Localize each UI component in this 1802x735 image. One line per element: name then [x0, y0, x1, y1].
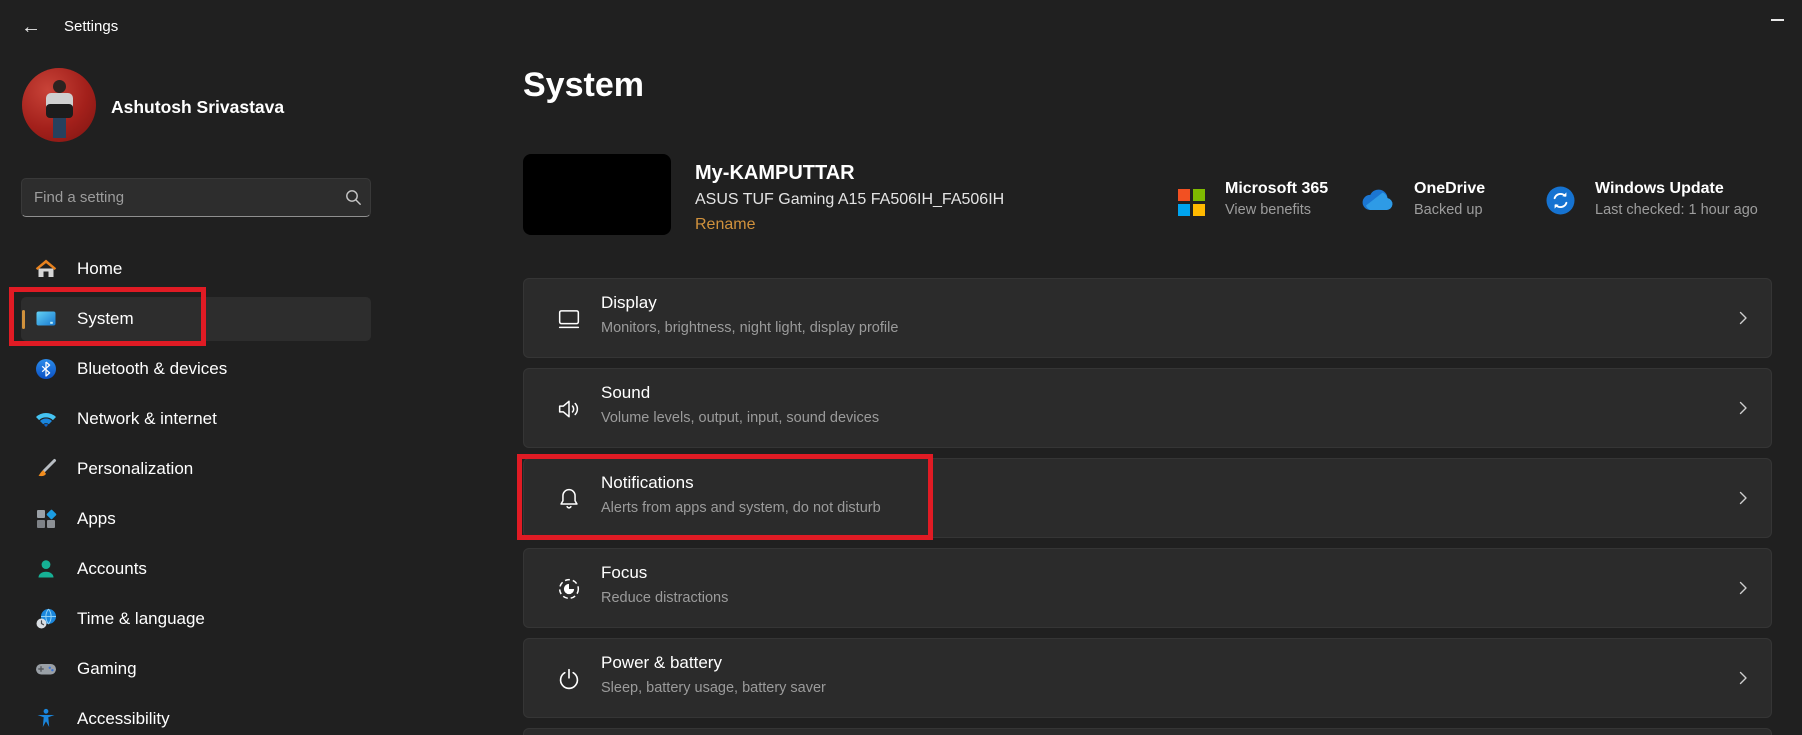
device-model: ASUS TUF Gaming A15 FA506IH_FA506IH — [695, 191, 1004, 209]
settings-row-partial[interactable] — [523, 728, 1772, 735]
back-button[interactable]: ← — [14, 12, 48, 42]
sidebar-item-accounts[interactable]: Accounts — [21, 547, 371, 591]
sidebar-item-label: Time & language — [77, 609, 205, 629]
sidebar-item-network-internet[interactable]: Network & internet — [21, 397, 371, 441]
minimize-button[interactable] — [1762, 8, 1792, 32]
benefit-subtitle: Backed up — [1414, 199, 1485, 221]
sidebar-item-accessibility[interactable]: Accessibility — [21, 697, 371, 735]
settings-row-focus[interactable]: Focus Reduce distractions — [523, 548, 1772, 628]
row-subtitle: Alerts from apps and system, do not dist… — [601, 500, 881, 516]
sound-icon — [555, 395, 583, 423]
microsoft-365-icon — [1178, 189, 1205, 216]
device-name: My-KAMPUTTAR — [695, 162, 855, 185]
chevron-right-icon — [1735, 490, 1751, 506]
focus-icon — [555, 575, 583, 603]
windows-update-icon — [1546, 186, 1575, 215]
page-title: System — [523, 66, 644, 105]
selected-accent-pill — [22, 310, 26, 329]
time-language-icon — [34, 607, 58, 631]
accessibility-icon — [34, 707, 58, 731]
minimize-icon — [1771, 19, 1784, 21]
row-title: Display — [601, 293, 657, 313]
network-wifi-icon — [34, 407, 58, 431]
sidebar-item-home[interactable]: Home — [21, 247, 371, 291]
profile-name: Ashutosh Srivastava — [111, 97, 284, 118]
sidebar-item-bluetooth-devices[interactable]: Bluetooth & devices — [21, 347, 371, 391]
settings-row-power-battery[interactable]: Power & battery Sleep, battery usage, ba… — [523, 638, 1772, 718]
benefit-microsoft-365[interactable]: Microsoft 365 View benefits — [1178, 178, 1328, 221]
system-icon — [34, 307, 58, 331]
avatar[interactable] — [22, 68, 96, 142]
search-icon[interactable] — [336, 189, 370, 206]
chevron-right-icon — [1735, 580, 1751, 596]
settings-row-notifications[interactable]: Notifications Alerts from apps and syste… — [523, 458, 1772, 538]
row-subtitle: Volume levels, output, input, sound devi… — [601, 410, 879, 426]
personalization-icon — [34, 457, 58, 481]
row-title: Focus — [601, 563, 647, 583]
settings-row-display[interactable]: Display Monitors, brightness, night ligh… — [523, 278, 1772, 358]
benefit-onedrive[interactable]: OneDrive Backed up — [1356, 178, 1485, 221]
sidebar-item-label: Network & internet — [77, 409, 217, 429]
window-title: Settings — [64, 18, 118, 35]
benefit-title: Microsoft 365 — [1225, 178, 1328, 199]
chevron-right-icon — [1735, 400, 1751, 416]
search-input[interactable] — [22, 189, 336, 206]
sidebar-item-label: Accessibility — [77, 709, 170, 729]
back-arrow-icon: ← — [21, 16, 41, 39]
settings-window: ← Settings Ashutosh Srivastava Home Syst… — [0, 0, 1802, 735]
sidebar-item-label: Personalization — [77, 459, 193, 479]
row-subtitle: Reduce distractions — [601, 590, 728, 606]
chevron-right-icon — [1735, 670, 1751, 686]
home-icon — [34, 257, 58, 281]
accounts-icon — [34, 557, 58, 581]
sidebar-item-time-language[interactable]: Time & language — [21, 597, 371, 641]
power-icon — [555, 665, 583, 693]
chevron-right-icon — [1735, 310, 1751, 326]
row-title: Notifications — [601, 473, 694, 493]
onedrive-icon — [1356, 186, 1394, 212]
sidebar-item-label: System — [77, 309, 134, 329]
apps-icon — [34, 507, 58, 531]
sidebar-item-label: Bluetooth & devices — [77, 359, 227, 379]
sidebar-item-label: Gaming — [77, 659, 137, 679]
benefit-title: OneDrive — [1414, 178, 1485, 199]
row-title: Sound — [601, 383, 650, 403]
row-title: Power & battery — [601, 653, 722, 673]
sidebar-item-personalization[interactable]: Personalization — [21, 447, 371, 491]
display-icon — [555, 305, 583, 333]
row-subtitle: Sleep, battery usage, battery saver — [601, 680, 826, 696]
notifications-bell-icon — [555, 485, 583, 513]
device-thumbnail — [523, 154, 671, 235]
benefit-subtitle: Last checked: 1 hour ago — [1595, 199, 1758, 221]
sidebar-item-label: Home — [77, 259, 122, 279]
row-subtitle: Monitors, brightness, night light, displ… — [601, 320, 898, 336]
search-box — [21, 178, 371, 217]
sidebar-item-gaming[interactable]: Gaming — [21, 647, 371, 691]
sidebar-item-system[interactable]: System — [21, 297, 371, 341]
benefit-title: Windows Update — [1595, 178, 1758, 199]
benefit-subtitle: View benefits — [1225, 199, 1328, 221]
benefit-windows-update[interactable]: Windows Update Last checked: 1 hour ago — [1546, 178, 1758, 221]
settings-row-sound[interactable]: Sound Volume levels, output, input, soun… — [523, 368, 1772, 448]
sidebar-item-label: Accounts — [77, 559, 147, 579]
sidebar-item-label: Apps — [77, 509, 116, 529]
gaming-icon — [34, 657, 58, 681]
rename-link[interactable]: Rename — [695, 216, 755, 234]
bluetooth-icon — [34, 357, 58, 381]
sidebar-item-apps[interactable]: Apps — [21, 497, 371, 541]
